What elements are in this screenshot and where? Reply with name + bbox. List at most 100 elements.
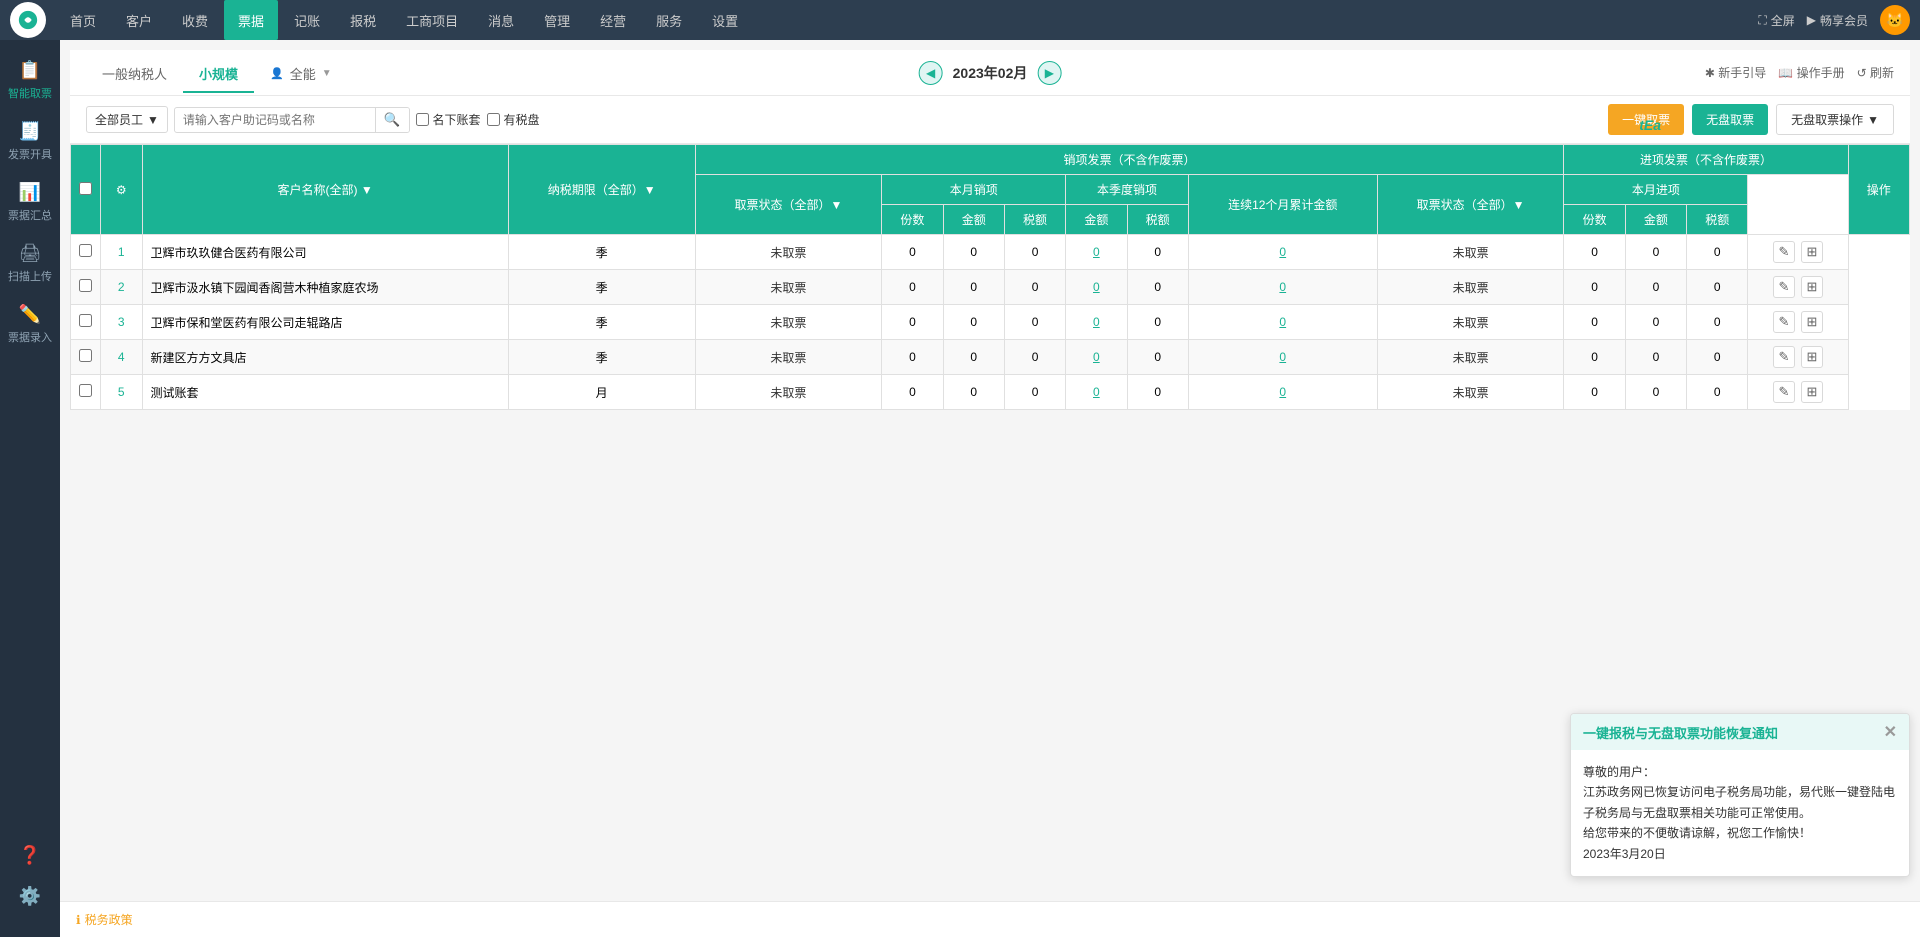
nav-operation[interactable]: 经营 bbox=[586, 0, 640, 40]
row-sale-quarter-tax: 0 bbox=[1127, 305, 1188, 340]
row-period: 月 bbox=[508, 375, 695, 410]
sidebar-label-smart: 智能取票 bbox=[8, 85, 52, 101]
search-wrap: 🔍 bbox=[174, 107, 410, 133]
row-cumulative: 0 bbox=[1188, 270, 1377, 305]
col-month-buy: 本月进项 bbox=[1564, 175, 1748, 205]
next-month-btn[interactable]: ▶ bbox=[1037, 61, 1061, 85]
chevron-down-icon: ▼ bbox=[147, 113, 159, 127]
own-account-checkbox[interactable] bbox=[416, 113, 429, 126]
row-checkbox[interactable] bbox=[79, 384, 92, 397]
sidebar-settings[interactable]: ⚙️ bbox=[19, 876, 41, 917]
sidebar-item-issue[interactable]: 🧾 发票开具 bbox=[0, 111, 60, 172]
edit-btn[interactable]: ✎ bbox=[1773, 241, 1795, 263]
select-all-checkbox[interactable] bbox=[79, 182, 92, 195]
col-name: 客户名称(全部) ▼ bbox=[142, 145, 508, 235]
col-action-header: 操作 bbox=[1848, 145, 1909, 235]
tax-disk-checkbox[interactable] bbox=[487, 113, 500, 126]
table-row: 4 新建区方方文具店 季 未取票 0 0 0 0 0 0 未取票 0 0 0 ✎… bbox=[71, 340, 1910, 375]
nav-service[interactable]: 服务 bbox=[642, 0, 696, 40]
summary-icon: 📊 bbox=[19, 182, 41, 203]
row-buy-month-tax: 0 bbox=[1687, 305, 1748, 340]
row-checkbox[interactable] bbox=[79, 349, 92, 362]
employee-filter[interactable]: 全部员工 ▼ bbox=[86, 106, 168, 133]
row-cumulative: 0 bbox=[1188, 305, 1377, 340]
row-sale-quarter-amount: 0 bbox=[1066, 235, 1127, 270]
col-buy-month-amount: 金额 bbox=[1625, 205, 1686, 235]
nav-tax[interactable]: 报税 bbox=[336, 0, 390, 40]
nav-message[interactable]: 消息 bbox=[474, 0, 528, 40]
table-body: 1 卫辉市玖玖健合医药有限公司 季 未取票 0 0 0 0 0 0 未取票 0 … bbox=[71, 235, 1910, 410]
tab-small-scale[interactable]: 小规模 bbox=[183, 54, 254, 93]
nav-customer[interactable]: 客户 bbox=[112, 0, 166, 40]
tax-disk-filter[interactable]: 有税盘 bbox=[487, 111, 540, 128]
refresh-btn[interactable]: ↺ 刷新 bbox=[1857, 64, 1894, 81]
col-check bbox=[71, 145, 101, 235]
search-button[interactable]: 🔍 bbox=[375, 108, 409, 132]
table-row: 1 卫辉市玖玖健合医药有限公司 季 未取票 0 0 0 0 0 0 未取票 0 … bbox=[71, 235, 1910, 270]
date-nav: ◀ 2023年02月 ▶ bbox=[919, 61, 1062, 85]
row-checkbox-cell bbox=[71, 235, 101, 270]
detail-btn[interactable]: ⊞ bbox=[1801, 276, 1823, 298]
col-sale-status: 取票状态（全部）▼ bbox=[695, 175, 882, 235]
nav-settings[interactable]: 设置 bbox=[698, 0, 752, 40]
nav-right: ⛶ 全屏 ▶ 畅享会员 🐱 bbox=[1758, 5, 1910, 35]
edit-btn[interactable]: ✎ bbox=[1773, 311, 1795, 333]
row-checkbox-cell bbox=[71, 305, 101, 340]
sidebar: 📋 智能取票 🧾 发票开具 📊 票据汇总 🖨 扫描上传 ✏️ 票据录入 ❓ ⚙️ bbox=[0, 40, 60, 937]
detail-btn[interactable]: ⊞ bbox=[1801, 241, 1823, 263]
no-disk-btn[interactable]: 无盘取票 bbox=[1692, 104, 1768, 135]
row-period: 季 bbox=[508, 270, 695, 305]
notification-popup: 一键报税与无盘取票功能恢复通知 ✕ 尊敬的用户： 江苏政务网已恢复访问电子税务局… bbox=[1570, 713, 1910, 877]
user-avatar[interactable]: 🐱 bbox=[1880, 5, 1910, 35]
row-sale-quarter-tax: 0 bbox=[1127, 235, 1188, 270]
edit-btn[interactable]: ✎ bbox=[1773, 346, 1795, 368]
own-account-filter[interactable]: 名下账套 bbox=[416, 111, 481, 128]
search-input[interactable] bbox=[175, 109, 375, 131]
dropdown-arrow-icon: ▼ bbox=[1867, 113, 1879, 127]
edit-btn[interactable]: ✎ bbox=[1773, 381, 1795, 403]
nav-account[interactable]: 记账 bbox=[280, 0, 334, 40]
row-sale-month-amount: 0 bbox=[943, 235, 1004, 270]
col-sale-month-count: 份数 bbox=[882, 205, 943, 235]
nav-home[interactable]: 首页 bbox=[56, 0, 110, 40]
tab-group: 一般纳税人 小规模 👤 全能 ▼ bbox=[86, 54, 348, 91]
nav-fee[interactable]: 收费 bbox=[168, 0, 222, 40]
notif-close-btn[interactable]: ✕ bbox=[1884, 722, 1897, 742]
row-index: 3 bbox=[101, 305, 143, 340]
detail-btn[interactable]: ⊞ bbox=[1801, 346, 1823, 368]
tab-general-taxpayer[interactable]: 一般纳税人 bbox=[86, 54, 183, 93]
row-sale-month-count: 0 bbox=[882, 375, 943, 410]
row-actions: ✎ ⊞ bbox=[1748, 305, 1848, 340]
row-buy-status: 未取票 bbox=[1377, 305, 1564, 340]
manual-btn[interactable]: 📖 操作手册 bbox=[1778, 64, 1844, 81]
tab-all[interactable]: 👤 全能 ▼ bbox=[254, 54, 348, 93]
sidebar-item-summary[interactable]: 📊 票据汇总 bbox=[0, 172, 60, 233]
nav-manage[interactable]: 管理 bbox=[530, 0, 584, 40]
fullscreen-btn[interactable]: ⛶ 全屏 bbox=[1758, 12, 1794, 29]
sidebar-item-scan[interactable]: 🖨 扫描上传 bbox=[0, 233, 60, 294]
nav-business[interactable]: 工商项目 bbox=[392, 0, 472, 40]
tax-policy-label[interactable]: 税务政策 bbox=[85, 911, 133, 928]
detail-btn[interactable]: ⊞ bbox=[1801, 381, 1823, 403]
nav-invoice[interactable]: 票据 bbox=[224, 0, 278, 40]
sidebar-help[interactable]: ❓ bbox=[19, 835, 41, 876]
col-sale-group: 销项发票（不含作废票） bbox=[695, 145, 1564, 175]
table-row: 2 卫辉市汲水镇下园闻香阁营木种植家庭农场 季 未取票 0 0 0 0 0 0 … bbox=[71, 270, 1910, 305]
table-row: 3 卫辉市保和堂医药有限公司走辊路店 季 未取票 0 0 0 0 0 0 未取票… bbox=[71, 305, 1910, 340]
row-cumulative: 0 bbox=[1188, 375, 1377, 410]
sidebar-item-entry[interactable]: ✏️ 票据录入 bbox=[0, 294, 60, 355]
row-cumulative: 0 bbox=[1188, 235, 1377, 270]
guide-btn[interactable]: ✱ 新手引导 bbox=[1705, 64, 1766, 81]
row-checkbox[interactable] bbox=[79, 244, 92, 257]
filter-group: 全部员工 ▼ 🔍 名下账套 有税盘 bbox=[86, 106, 540, 133]
prev-month-btn[interactable]: ◀ bbox=[919, 61, 943, 85]
sidebar-item-smart-invoice[interactable]: 📋 智能取票 bbox=[0, 50, 60, 111]
no-disk-ops-btn[interactable]: 无盘取票操作 ▼ bbox=[1776, 104, 1894, 135]
edit-btn[interactable]: ✎ bbox=[1773, 276, 1795, 298]
member-btn[interactable]: ▶ 畅享会员 bbox=[1807, 12, 1868, 29]
row-checkbox[interactable] bbox=[79, 279, 92, 292]
detail-btn[interactable]: ⊞ bbox=[1801, 311, 1823, 333]
toolbar: 全部员工 ▼ 🔍 名下账套 有税盘 一键取票 无盘取票 无盘取票操作 ▼ bbox=[70, 96, 1910, 144]
row-checkbox[interactable] bbox=[79, 314, 92, 327]
row-checkbox-cell bbox=[71, 270, 101, 305]
